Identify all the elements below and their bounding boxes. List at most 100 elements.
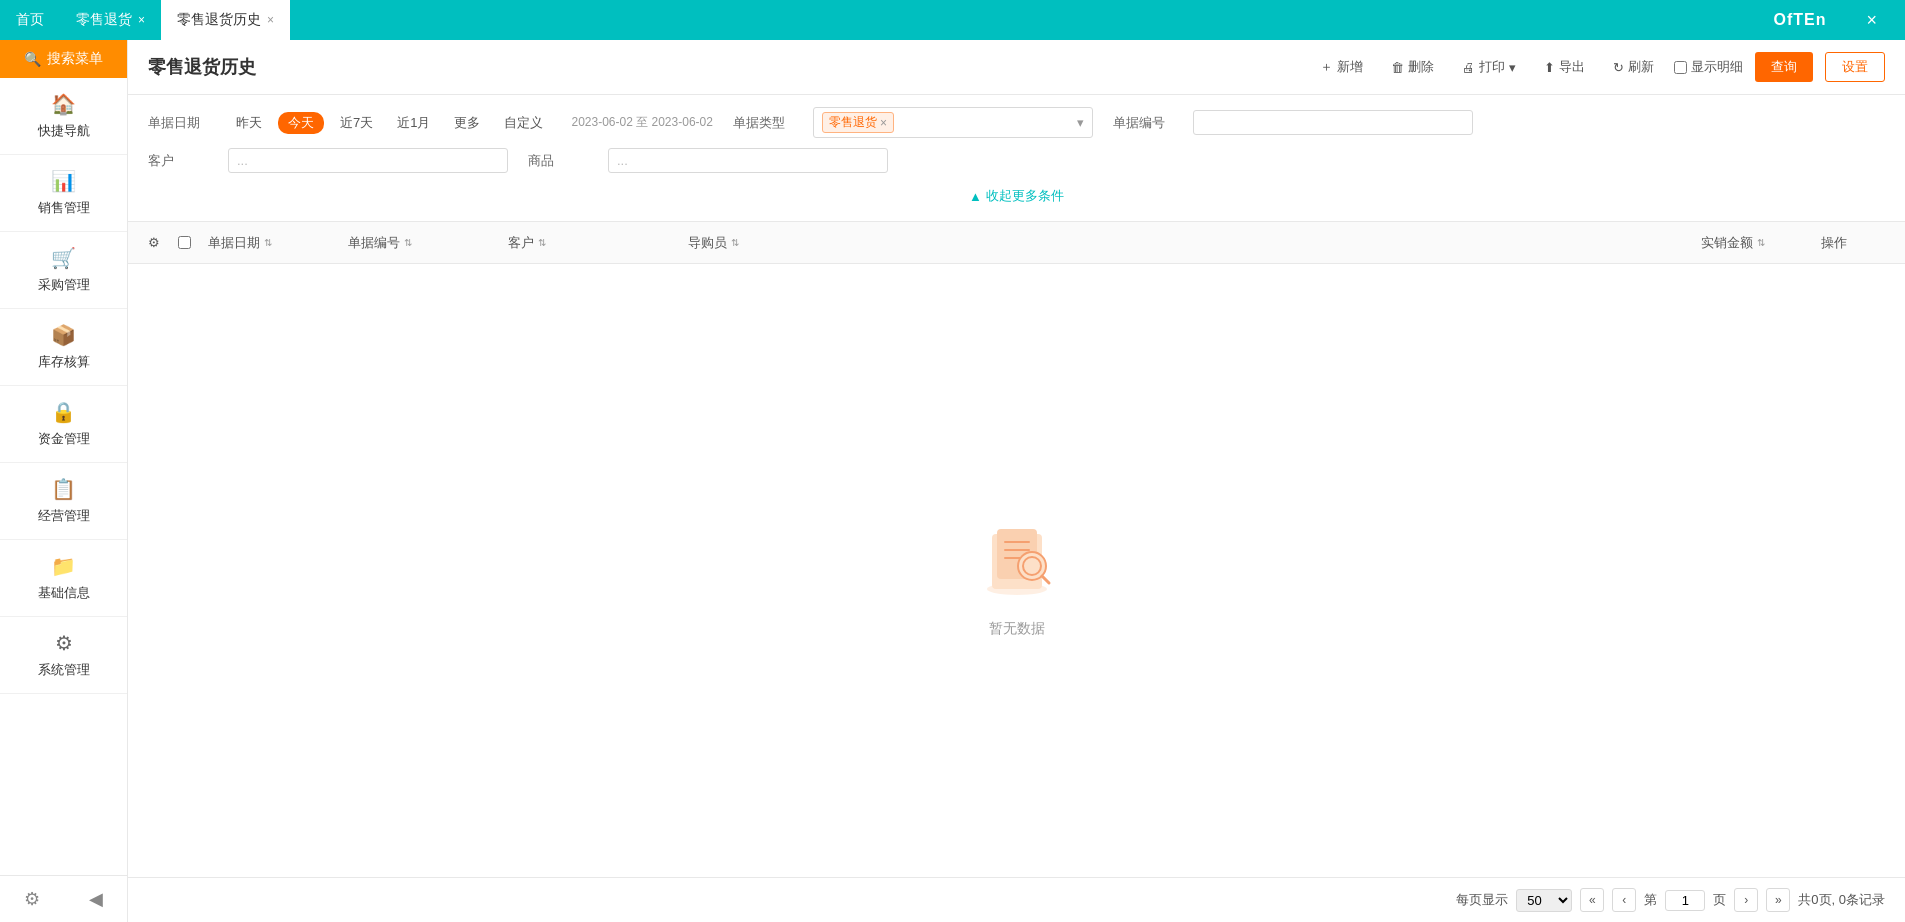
tab-home-label: 首页	[16, 11, 44, 29]
sidebar-item-purchase-label: 采购管理	[38, 276, 90, 294]
bill-no-input[interactable]	[1193, 110, 1473, 135]
purchase-icon: 🛒	[51, 246, 76, 270]
first-page-button[interactable]: «	[1580, 888, 1604, 912]
tab-retail-return-history-close[interactable]: ×	[267, 13, 274, 27]
empty-illustration	[967, 504, 1067, 604]
export-icon: ⬆	[1544, 60, 1555, 75]
collapse-area: ▲ 收起更多条件	[148, 183, 1885, 209]
date-btn-7days[interactable]: 近7天	[332, 112, 381, 134]
th-bill-sort-icon: ⇅	[404, 237, 412, 248]
next-page-button[interactable]: ›	[1734, 888, 1758, 912]
sidebar-item-quick-nav[interactable]: 🏠 快捷导航	[0, 78, 127, 155]
prev-page-button[interactable]: ‹	[1612, 888, 1636, 912]
select-all-checkbox[interactable]	[178, 236, 191, 249]
sidebar-item-inventory[interactable]: 📦 库存核算	[0, 309, 127, 386]
th-amount-label: 实销金额	[1701, 234, 1753, 252]
page-size-label: 每页显示	[1456, 891, 1508, 909]
page-number-input[interactable]	[1665, 890, 1705, 911]
th-bill-no-label: 单据编号	[348, 234, 400, 252]
sidebar-item-quick-nav-label: 快捷导航	[38, 122, 90, 140]
date-btn-more[interactable]: 更多	[446, 112, 488, 134]
th-guide[interactable]: 导购员 ⇅	[680, 234, 820, 252]
delete-label: 删除	[1408, 58, 1434, 76]
th-checkbox[interactable]	[170, 236, 200, 249]
page-title: 零售退货历史	[148, 55, 256, 79]
sidebar-collapse-button[interactable]: ◀	[89, 888, 103, 910]
system-icon: ⚙	[55, 631, 73, 655]
print-button[interactable]: 🖨 打印 ▾	[1454, 54, 1524, 80]
customer-input[interactable]: ...	[228, 148, 508, 173]
page-suffix: 页	[1713, 891, 1726, 909]
sidebar-item-basic[interactable]: 📁 基础信息	[0, 540, 127, 617]
tab-retail-return-close[interactable]: ×	[138, 13, 145, 27]
date-filter-options: 昨天 今天 近7天 近1月 更多 自定义	[228, 112, 551, 134]
delete-button[interactable]: 🗑 删除	[1383, 54, 1442, 80]
sidebar-item-sales[interactable]: 📊 销售管理	[0, 155, 127, 232]
date-btn-1month[interactable]: 近1月	[389, 112, 438, 134]
bill-no-text-input[interactable]	[1202, 115, 1464, 130]
chevron-down-icon: ▾	[1077, 115, 1084, 130]
th-date-sort-icon: ⇅	[264, 237, 272, 248]
collapse-label: 收起更多条件	[986, 187, 1064, 205]
sidebar-search[interactable]: 🔍 搜索菜单	[0, 40, 127, 78]
date-btn-yesterday[interactable]: 昨天	[228, 112, 270, 134]
print-label: 打印	[1479, 58, 1505, 76]
refresh-icon: ↻	[1613, 60, 1624, 75]
new-button[interactable]: ＋ 新增	[1312, 54, 1371, 80]
display-toggle-checkbox[interactable]	[1674, 61, 1687, 74]
home-icon: 🏠	[51, 92, 76, 116]
inventory-icon: 📦	[51, 323, 76, 347]
basic-icon: 📁	[51, 554, 76, 578]
sidebar-item-operation-label: 经营管理	[38, 507, 90, 525]
th-action: 操作	[1813, 234, 1893, 252]
query-button[interactable]: 查询	[1755, 52, 1813, 82]
empty-state: 暂无数据	[128, 264, 1905, 877]
sidebar-item-basic-label: 基础信息	[38, 584, 90, 602]
tab-retail-return[interactable]: 零售退货 ×	[60, 0, 161, 40]
th-amount-sort-icon: ⇅	[1757, 237, 1765, 248]
delete-icon: 🗑	[1391, 60, 1404, 75]
bill-no-label: 单据编号	[1113, 114, 1173, 132]
sidebar-item-purchase[interactable]: 🛒 采购管理	[0, 232, 127, 309]
sidebar-settings-button[interactable]: ⚙	[24, 888, 40, 910]
bill-type-tag-remove[interactable]: ×	[880, 116, 887, 130]
collapse-button[interactable]: ▲ 收起更多条件	[969, 183, 1064, 209]
date-btn-custom[interactable]: 自定义	[496, 112, 551, 134]
sidebar-item-finance[interactable]: 🔒 资金管理	[0, 386, 127, 463]
sidebar-item-system[interactable]: ⚙ 系统管理	[0, 617, 127, 694]
tab-retail-return-label: 零售退货	[76, 11, 132, 29]
finance-icon: 🔒	[51, 400, 76, 424]
export-button[interactable]: ⬆ 导出	[1536, 54, 1593, 80]
close-window-button[interactable]: ×	[1854, 10, 1889, 31]
th-customer[interactable]: 客户 ⇅	[500, 234, 680, 252]
th-amount[interactable]: 实销金额 ⇅	[1693, 234, 1813, 252]
date-btn-today[interactable]: 今天	[278, 112, 324, 134]
display-toggle[interactable]: 显示明细	[1674, 58, 1743, 76]
th-guide-sort-icon: ⇅	[731, 237, 739, 248]
th-settings[interactable]: ⚙	[140, 235, 170, 250]
tab-retail-return-history[interactable]: 零售退货历史 ×	[161, 0, 290, 40]
customer-placeholder: ...	[237, 153, 248, 168]
th-date[interactable]: 单据日期 ⇅	[200, 234, 340, 252]
sidebar-item-system-label: 系统管理	[38, 661, 90, 679]
filter-row-2: 客户 ... 商品 ...	[148, 148, 1885, 173]
bill-type-tags: 零售退货 ×	[822, 112, 894, 133]
bill-type-select[interactable]: 零售退货 × ▾	[813, 107, 1093, 138]
last-page-button[interactable]: »	[1766, 888, 1790, 912]
refresh-button[interactable]: ↻ 刷新	[1605, 54, 1662, 80]
th-bill-no[interactable]: 单据编号 ⇅	[340, 234, 500, 252]
sidebar-item-inventory-label: 库存核算	[38, 353, 90, 371]
settings-button[interactable]: 设置	[1825, 52, 1885, 82]
table-area: ⚙ 单据日期 ⇅ 单据编号 ⇅ 客户 ⇅ 导购员	[128, 222, 1905, 877]
goods-input[interactable]: ...	[608, 148, 888, 173]
tab-retail-return-history-label: 零售退货历史	[177, 11, 261, 29]
print-icon: 🖨	[1462, 60, 1475, 75]
tab-home[interactable]: 首页	[0, 0, 60, 40]
th-action-label: 操作	[1821, 234, 1847, 252]
svg-line-8	[1042, 576, 1049, 583]
sidebar-item-finance-label: 资金管理	[38, 430, 90, 448]
page-size-select[interactable]: 50 100 200	[1516, 889, 1572, 912]
bill-type-tag-label: 零售退货	[829, 114, 877, 131]
sidebar-item-operation[interactable]: 📋 经营管理	[0, 463, 127, 540]
top-bar-right: OfTEn ×	[1757, 10, 1905, 31]
